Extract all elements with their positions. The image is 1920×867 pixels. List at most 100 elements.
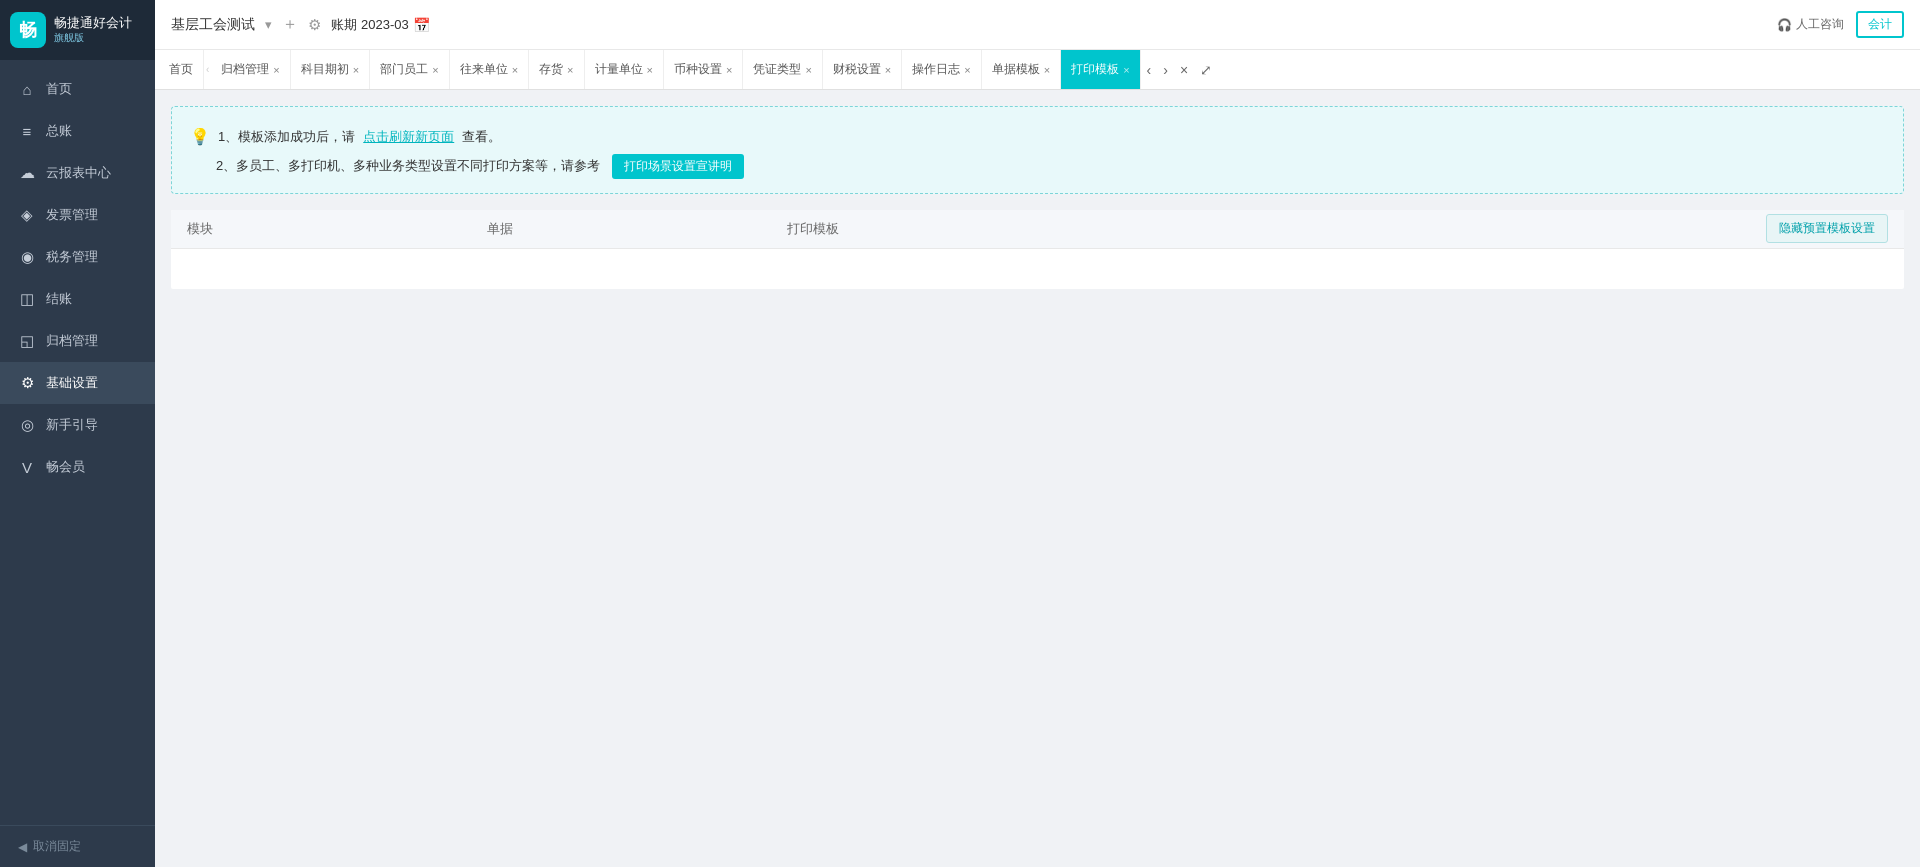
print-scene-btn[interactable]: 打印场景设置宣讲明 xyxy=(612,154,744,179)
ledger-icon: ≡ xyxy=(18,123,36,140)
logo-subtitle: 旗舰版 xyxy=(54,31,132,45)
calendar-icon[interactable]: 📅 xyxy=(413,17,430,33)
tab-currency-label: 币种设置 xyxy=(674,61,722,78)
sidebar-item-basic[interactable]: ⚙ 基础设置 xyxy=(0,362,155,404)
tab-subject-label: 科目期初 xyxy=(301,61,349,78)
notice-line1-suffix: 查看。 xyxy=(462,124,501,150)
sidebar-nav: ⌂ 首页 ≡ 总账 ☁ 云报表中心 ◈ 发票管理 ◉ 税务管理 ◫ 结账 ◱ 归… xyxy=(0,60,155,825)
tab-subject[interactable]: 科目期初 × xyxy=(291,50,370,89)
tab-next-icon[interactable]: › xyxy=(1157,62,1174,78)
tab-stock-label: 存货 xyxy=(539,61,563,78)
logo-icon: 畅 xyxy=(10,12,46,48)
sidebar-label-home: 首页 xyxy=(46,80,72,98)
tab-department-label: 部门员工 xyxy=(380,61,428,78)
tab-home[interactable]: 首页 xyxy=(159,50,204,89)
sidebar-item-guide[interactable]: ◎ 新手引导 xyxy=(0,404,155,446)
period-value: 2023-03 xyxy=(361,17,409,32)
tab-measure-label: 计量单位 xyxy=(595,61,643,78)
col-template-header: 打印模板 xyxy=(787,220,1888,238)
unpin-icon: ◀ xyxy=(18,840,27,854)
sidebar-label-ledger: 总账 xyxy=(46,122,72,140)
sidebar-item-closing[interactable]: ◫ 结账 xyxy=(0,278,155,320)
notice-refresh-link[interactable]: 点击刷新新页面 xyxy=(363,124,454,150)
tab-currency[interactable]: 币种设置 × xyxy=(664,50,743,89)
topbar-settings-icon[interactable]: ⚙ xyxy=(308,16,321,34)
tab-archive[interactable]: 归档管理 × xyxy=(211,50,290,89)
sidebar-label-basic: 基础设置 xyxy=(46,374,98,392)
customer-service-label: 人工咨询 xyxy=(1796,16,1844,33)
tab-measure[interactable]: 计量单位 × xyxy=(585,50,664,89)
topbar-title: 基层工会测试 xyxy=(171,16,255,34)
invoice-icon: ◈ xyxy=(18,206,36,224)
notice-row-1: 💡 1、模板添加成功后，请 点击刷新新页面 查看。 xyxy=(190,121,1885,153)
sidebar-logo: 畅 畅捷通好会计 旗舰版 xyxy=(0,0,155,60)
tab-counterpart-label: 往来单位 xyxy=(460,61,508,78)
table-empty-body xyxy=(171,249,1904,289)
headset-icon: 🎧 xyxy=(1777,18,1792,32)
unpin-label: 取消固定 xyxy=(33,838,81,855)
tab-printtemplate-close[interactable]: × xyxy=(1123,64,1129,76)
topbar: 基层工会测试 ▾ ＋ ⚙ 账期 2023-03 📅 🎧 人工咨询 会计 xyxy=(155,0,1920,50)
tab-stock[interactable]: 存货 × xyxy=(529,50,584,89)
tax-icon: ◉ xyxy=(18,248,36,266)
notice-box: 💡 1、模板添加成功后，请 点击刷新新页面 查看。 2、多员工、多打印机、多种业… xyxy=(171,106,1904,194)
customer-service-btn[interactable]: 🎧 人工咨询 xyxy=(1777,16,1844,33)
sidebar-item-tax[interactable]: ◉ 税务管理 xyxy=(0,236,155,278)
tab-oplog-label: 操作日志 xyxy=(912,61,960,78)
tab-prev-icon[interactable]: ‹ xyxy=(1141,62,1158,78)
sidebar-item-home[interactable]: ⌂ 首页 xyxy=(0,68,155,110)
sidebar-footer[interactable]: ◀ 取消固定 xyxy=(0,825,155,867)
sidebar-item-invoice[interactable]: ◈ 发票管理 xyxy=(0,194,155,236)
content-area: 隐藏预置模板设置 💡 1、模板添加成功后，请 点击刷新新页面 查看。 2、多员工… xyxy=(155,90,1920,867)
sidebar-label-member: 畅会员 xyxy=(46,458,85,476)
sidebar-label-archive: 归档管理 xyxy=(46,332,98,350)
tab-currency-close[interactable]: × xyxy=(726,64,732,76)
tab-fiscaltax-close[interactable]: × xyxy=(885,64,891,76)
tab-voucher[interactable]: 凭证类型 × xyxy=(743,50,822,89)
closing-icon: ◫ xyxy=(18,290,36,308)
tab-stock-close[interactable]: × xyxy=(567,64,573,76)
tab-archive-close[interactable]: × xyxy=(273,64,279,76)
guide-icon: ◎ xyxy=(18,416,36,434)
archive-icon: ◱ xyxy=(18,332,36,350)
tab-singledoc[interactable]: 单据模板 × xyxy=(982,50,1061,89)
tab-printtemplate[interactable]: 打印模板 × xyxy=(1061,50,1140,89)
topbar-dropdown-icon[interactable]: ▾ xyxy=(265,17,272,32)
settings-icon: ⚙ xyxy=(18,374,36,392)
topbar-add-button[interactable]: ＋ xyxy=(282,14,298,35)
main: 基层工会测试 ▾ ＋ ⚙ 账期 2023-03 📅 🎧 人工咨询 会计 首页 ‹… xyxy=(155,0,1920,867)
period-label: 账期 xyxy=(331,16,357,34)
tab-oplog-close[interactable]: × xyxy=(964,64,970,76)
tab-voucher-label: 凭证类型 xyxy=(753,61,801,78)
member-icon: V xyxy=(18,459,36,476)
tab-subject-close[interactable]: × xyxy=(353,64,359,76)
home-icon: ⌂ xyxy=(18,81,36,98)
tab-department-close[interactable]: × xyxy=(432,64,438,76)
tab-singledoc-label: 单据模板 xyxy=(992,61,1040,78)
sidebar-item-reports[interactable]: ☁ 云报表中心 xyxy=(0,152,155,194)
tab-singledoc-close[interactable]: × xyxy=(1044,64,1050,76)
tab-measure-close[interactable]: × xyxy=(647,64,653,76)
tab-close-all-icon[interactable]: × xyxy=(1174,62,1194,78)
tab-voucher-close[interactable]: × xyxy=(805,64,811,76)
notice-row-2: 2、多员工、多打印机、多种业务类型设置不同打印方案等，请参考 打印场景设置宣讲明 xyxy=(190,153,1885,179)
tab-department[interactable]: 部门员工 × xyxy=(370,50,449,89)
tab-counterpart[interactable]: 往来单位 × xyxy=(450,50,529,89)
notice-line2-prefix: 2、多员工、多打印机、多种业务类型设置不同打印方案等，请参考 xyxy=(216,153,600,179)
tab-counterpart-close[interactable]: × xyxy=(512,64,518,76)
sidebar-item-ledger[interactable]: ≡ 总账 xyxy=(0,110,155,152)
notice-line1-prefix: 1、模板添加成功后，请 xyxy=(218,124,355,150)
tab-expand-icon[interactable]: ⤢ xyxy=(1194,62,1218,78)
cloud-icon: ☁ xyxy=(18,164,36,182)
hide-template-btn[interactable]: 隐藏预置模板设置 xyxy=(1766,214,1888,243)
bulb-icon: 💡 xyxy=(190,121,210,153)
kuaiji-button[interactable]: 会计 xyxy=(1856,11,1904,38)
tab-oplog[interactable]: 操作日志 × xyxy=(902,50,981,89)
sidebar-label-tax: 税务管理 xyxy=(46,248,98,266)
tab-separator-home: ‹ xyxy=(204,64,211,75)
sidebar-item-archive[interactable]: ◱ 归档管理 xyxy=(0,320,155,362)
sidebar-label-closing: 结账 xyxy=(46,290,72,308)
sidebar-item-member[interactable]: V 畅会员 xyxy=(0,446,155,488)
tab-fiscaltax[interactable]: 财税设置 × xyxy=(823,50,902,89)
sidebar-label-reports: 云报表中心 xyxy=(46,164,111,182)
